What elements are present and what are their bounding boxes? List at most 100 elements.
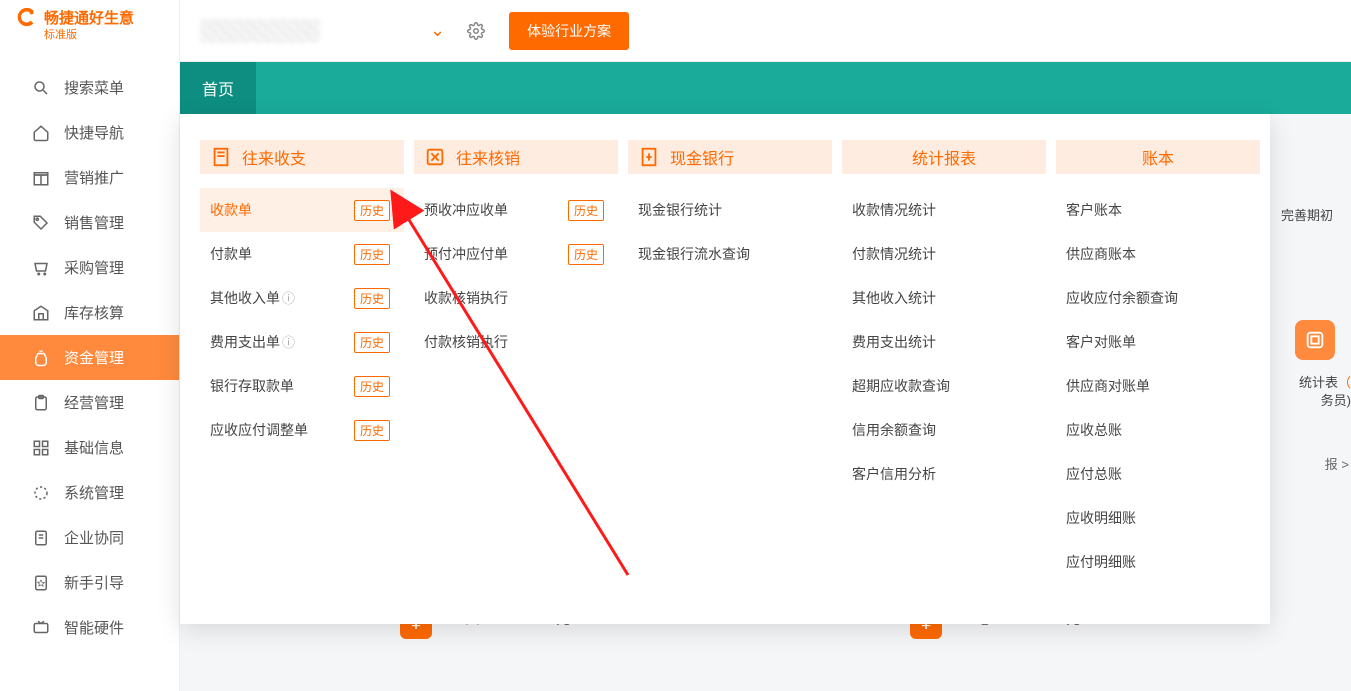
sidebar-item-quick-nav[interactable]: 快捷导航 (0, 110, 179, 155)
mega-item[interactable]: 应付明细账 (1056, 540, 1260, 584)
mega-header-reports: 统计报表 (842, 140, 1046, 174)
mega-header-ledger: 账本 (1056, 140, 1260, 174)
sidebar-item-collab[interactable]: 企业协同 (0, 515, 179, 560)
mega-item[interactable]: 付款情况统计 (842, 232, 1046, 276)
mega-item[interactable]: 客户对账单 (1056, 320, 1260, 364)
sidebar-item-finance[interactable]: 资金管理 (0, 335, 179, 380)
mega-item-expense[interactable]: 费用支出单ⓘ 历史 (200, 320, 404, 364)
warehouse-icon (32, 304, 50, 322)
money-bag-icon (32, 349, 50, 367)
history-tag[interactable]: 历史 (568, 200, 604, 221)
chevron-down-icon[interactable]: ⌄ (430, 20, 445, 41)
mega-item-cashbank-flow[interactable]: 现金银行流水查询 (628, 232, 832, 276)
sidebar-item-label: 经营管理 (64, 392, 124, 413)
mega-item-other-income[interactable]: 其他收入单ⓘ 历史 (200, 276, 404, 320)
sidebar-item-operation[interactable]: 经营管理 (0, 380, 179, 425)
mega-col-reports: 统计报表 收款情况统计 付款情况统计 其他收入统计 费用支出统计 超期应收款查询… (842, 140, 1046, 584)
sidebar-item-search-menu[interactable]: 搜索菜单 (0, 65, 179, 110)
sidebar-item-label: 企业协同 (64, 527, 124, 548)
mega-col-cashbank: 现金银行 现金银行统计 现金银行流水查询 (628, 140, 832, 584)
sidebar-item-label: 库存核算 (64, 302, 124, 323)
star-doc-icon (32, 574, 50, 592)
mega-item[interactable]: 应收应付余额查询 (1056, 276, 1260, 320)
history-tag[interactable]: 历史 (354, 420, 390, 441)
gear-icon[interactable] (467, 22, 485, 40)
sidebar-item-basic-info[interactable]: 基础信息 (0, 425, 179, 470)
receipt-icon (210, 146, 232, 168)
sidebar-item-purchase[interactable]: 采购管理 (0, 245, 179, 290)
mega-item[interactable]: 客户信用分析 (842, 452, 1046, 496)
history-tag[interactable]: 历史 (354, 244, 390, 265)
sidebar-item-label: 系统管理 (64, 482, 124, 503)
mega-col-writeoff: 往来核销 预收冲应收单 历史 预付冲应付单 历史 收款核销执行 付款核销执行 (414, 140, 618, 584)
right-report-link[interactable]: 报 > (1325, 454, 1349, 473)
mega-item-payment[interactable]: 付款单 历史 (200, 232, 404, 276)
right-peek-text: 完善期初 (1281, 204, 1351, 227)
sidebar-item-hardware[interactable]: 智能硬件 (0, 605, 179, 650)
sidebar-item-label: 营销推广 (64, 167, 124, 188)
mega-item-pay-exec[interactable]: 付款核销执行 (414, 320, 618, 364)
logo-icon (16, 6, 38, 28)
sidebar-item-sales[interactable]: 销售管理 (0, 200, 179, 245)
doc-icon (32, 529, 50, 547)
brand-name: 畅捷通好生意 (44, 7, 134, 28)
logo-area: 畅捷通好生意 标准版 (0, 0, 179, 55)
help-icon[interactable]: ⓘ (282, 291, 295, 306)
tab-home[interactable]: 首页 (180, 62, 256, 114)
mega-item[interactable]: 供应商账本 (1056, 232, 1260, 276)
history-tag[interactable]: 历史 (354, 200, 390, 221)
mega-col-transactions: 往来收支 收款单 历史 付款单 历史 其他收入单ⓘ 历史 费用支出单ⓘ 历史 银… (200, 140, 404, 584)
sidebar-item-guide[interactable]: 新手引导 (0, 560, 179, 605)
sidebar-item-label: 资金管理 (64, 347, 124, 368)
search-icon (32, 79, 50, 97)
mega-item[interactable]: 客户账本 (1056, 188, 1260, 232)
history-tag[interactable]: 历史 (568, 244, 604, 265)
tv-icon (32, 619, 50, 637)
header: ⌄ 体验行业方案 (180, 0, 1351, 62)
sidebar-item-system[interactable]: 系统管理 (0, 470, 179, 515)
experience-button[interactable]: 体验行业方案 (509, 12, 629, 50)
mega-item[interactable]: 其他收入统计 (842, 276, 1046, 320)
mega-item[interactable]: 超期应收款查询 (842, 364, 1046, 408)
history-tag[interactable]: 历史 (354, 332, 390, 353)
mega-item-bank-transfer[interactable]: 银行存取款单 历史 (200, 364, 404, 408)
mega-item[interactable]: 收款情况统计 (842, 188, 1046, 232)
bank-icon (638, 146, 660, 168)
help-icon[interactable]: ⓘ (282, 335, 295, 350)
mega-item[interactable]: 信用余额查询 (842, 408, 1046, 452)
mega-item[interactable]: 应付总账 (1056, 452, 1260, 496)
history-tag[interactable]: 历史 (354, 288, 390, 309)
company-name-redacted (200, 19, 320, 43)
sidebar-menu: 搜索菜单 快捷导航 营销推广 销售管理 采购管理 库存核算 资金管理 经营管理 (0, 55, 179, 650)
sidebar-item-label: 智能硬件 (64, 617, 124, 638)
sidebar-item-inventory[interactable]: 库存核算 (0, 290, 179, 335)
circle-dashed-icon (32, 484, 50, 502)
sidebar-item-marketing[interactable]: 营销推广 (0, 155, 179, 200)
mega-item-cashbank-stats[interactable]: 现金银行统计 (628, 188, 832, 232)
grid-icon (32, 439, 50, 457)
history-tag[interactable]: 历史 (354, 376, 390, 397)
right-shortcut-icon[interactable] (1295, 320, 1335, 360)
sidebar-item-label: 新手引导 (64, 572, 124, 593)
mega-item[interactable]: 费用支出统计 (842, 320, 1046, 364)
cart-icon (32, 259, 50, 277)
mega-header-writeoff: 往来核销 (414, 140, 618, 174)
mega-item[interactable]: 应收明细账 (1056, 496, 1260, 540)
mega-item[interactable]: 应收总账 (1056, 408, 1260, 452)
mega-item-adjustment[interactable]: 应收应付调整单 历史 (200, 408, 404, 452)
mega-item-pre-pay[interactable]: 预付冲应付单 历史 (414, 232, 618, 276)
mega-item-pre-receive[interactable]: 预收冲应收单 历史 (414, 188, 618, 232)
right-stats-label: 统计表（ 务员) (1299, 374, 1351, 410)
mega-item-receive-exec[interactable]: 收款核销执行 (414, 276, 618, 320)
mega-item[interactable]: 供应商对账单 (1056, 364, 1260, 408)
tab-bar: 首页 (180, 62, 1351, 114)
clipboard-icon (32, 394, 50, 412)
sidebar-item-label: 搜索菜单 (64, 77, 124, 98)
tag-icon (32, 214, 50, 232)
sidebar-item-label: 销售管理 (64, 212, 124, 233)
sidebar-item-label: 基础信息 (64, 437, 124, 458)
mega-item-receipt[interactable]: 收款单 历史 (200, 188, 404, 232)
gift-icon (32, 169, 50, 187)
sidebar-item-label: 采购管理 (64, 257, 124, 278)
home-icon (32, 124, 50, 142)
